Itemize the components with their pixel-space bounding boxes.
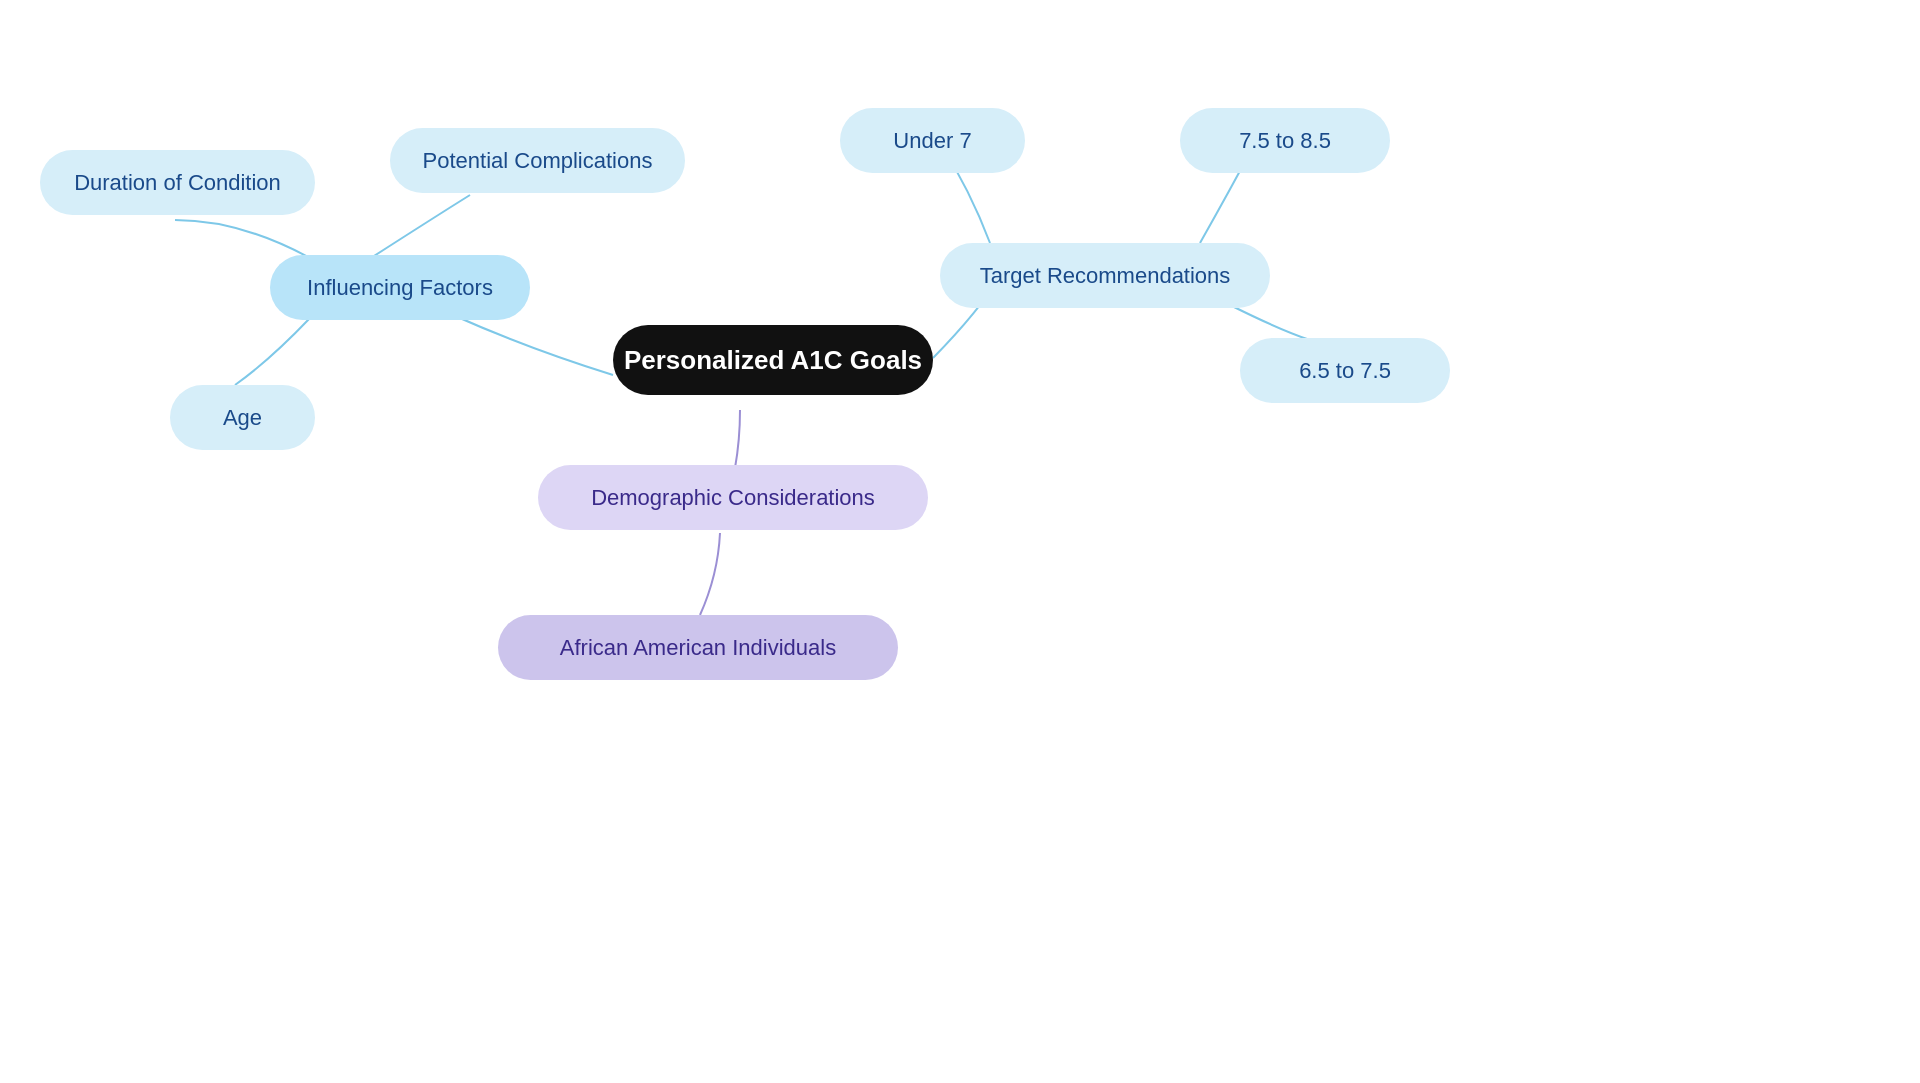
demographic-considerations-node[interactable]: Demographic Considerations: [538, 465, 928, 530]
african-american-individuals-node[interactable]: African American Individuals: [498, 615, 898, 680]
center-node[interactable]: Personalized A1C Goals: [613, 325, 933, 395]
6-5-to-7-5-node[interactable]: 6.5 to 7.5: [1240, 338, 1450, 403]
age-node[interactable]: Age: [170, 385, 315, 450]
influencing-factors-node[interactable]: Influencing Factors: [270, 255, 530, 320]
target-recommendations-node[interactable]: Target Recommendations: [940, 243, 1270, 308]
7-5-to-8-5-node[interactable]: 7.5 to 8.5: [1180, 108, 1390, 173]
potential-complications-node[interactable]: Potential Complications: [390, 128, 685, 193]
under-7-node[interactable]: Under 7: [840, 108, 1025, 173]
duration-of-condition-node[interactable]: Duration of Condition: [40, 150, 315, 215]
